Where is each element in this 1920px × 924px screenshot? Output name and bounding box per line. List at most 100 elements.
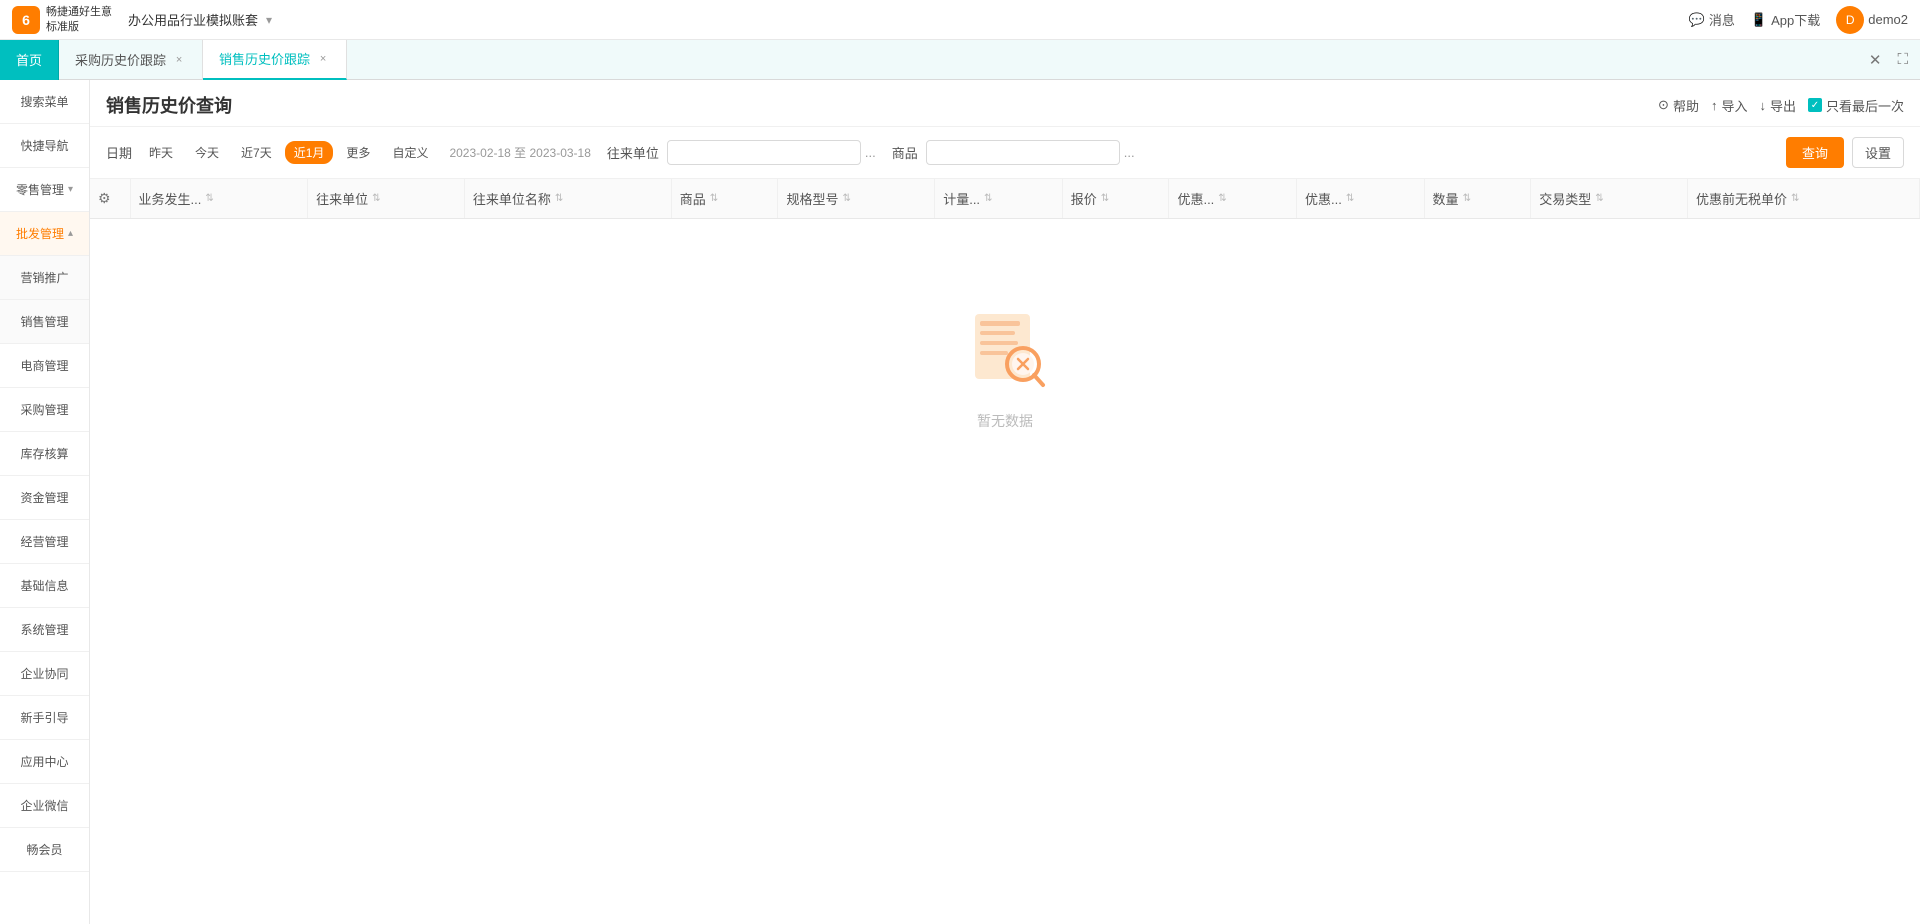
table-col-goods[interactable]: 商品 ⇅ (671, 179, 778, 219)
goods-input[interactable] (926, 140, 1120, 165)
sidebar-item-retail[interactable]: 零售管理 ▾ (0, 168, 89, 212)
sort-icon-quote: ⇅ (1101, 193, 1109, 204)
avatar: D (1836, 6, 1864, 34)
date-yesterday-btn[interactable]: 昨天 (140, 141, 182, 164)
sidebar-item-quick-nav[interactable]: 快捷导航 (0, 124, 89, 168)
table-header: ⚙ 业务发生... ⇅ 往来单位 (90, 179, 1920, 219)
goods-input-group: ... (926, 140, 1135, 165)
message-icon: 💬 (1689, 12, 1705, 28)
main-layout: 搜索菜单 快捷导航 零售管理 ▾ 批发管理 ▴ 营销推广 销售管理 电商管理 采… (0, 80, 1920, 924)
filter-right-actions: 查询 设置 (1786, 137, 1904, 168)
sort-icon-goods: ⇅ (710, 193, 718, 204)
tab-sales-history[interactable]: 销售历史价跟踪 × (203, 40, 347, 80)
goods-dots[interactable]: ... (1124, 145, 1135, 160)
phone-icon: 📱 (1751, 12, 1767, 28)
settings-button[interactable]: 设置 (1852, 137, 1904, 168)
table-col-pretax-price[interactable]: 优惠前无税单价 ⇅ (1688, 179, 1920, 219)
counterparty-dots[interactable]: ... (865, 145, 876, 160)
sidebar-item-inventory[interactable]: 库存核算 (0, 432, 89, 476)
table-col-quote[interactable]: 报价 ⇅ (1062, 179, 1169, 219)
table-col-spec[interactable]: 规格型号 ⇅ (778, 179, 935, 219)
logo-icon: 6 (12, 6, 40, 34)
topbar-title: 办公用品行业模拟账套 (128, 10, 258, 29)
app-download-button[interactable]: 📱 App下载 (1751, 10, 1820, 29)
date-custom-btn[interactable]: 自定义 (383, 141, 437, 164)
sort-icon-spec: ⇅ (842, 193, 850, 204)
user-button[interactable]: D demo2 (1836, 6, 1908, 34)
date-last7-btn[interactable]: 近7天 (232, 141, 281, 164)
empty-illustration (955, 299, 1055, 399)
topbar-dropdown-icon[interactable]: ▾ (266, 13, 272, 27)
sidebar-item-basic-info[interactable]: 基础信息 (0, 564, 89, 608)
export-button[interactable]: ↓ 导出 (1759, 96, 1796, 115)
sidebar-item-sales-mgmt[interactable]: 销售管理 (0, 300, 89, 344)
counterparty-filter-group: 往来单位 ... (607, 140, 876, 165)
wholesale-arrow-icon: ▴ (68, 228, 73, 239)
table-col-counterparty-name[interactable]: 往来单位名称 ⇅ (464, 179, 671, 219)
sidebar-item-enterprise[interactable]: 企业协同 (0, 652, 89, 696)
sidebar-item-members[interactable]: 畅会员 (0, 828, 89, 872)
sidebar-item-newbie[interactable]: 新手引导 (0, 696, 89, 740)
help-button[interactable]: ⊙ 帮助 (1658, 96, 1699, 115)
topbar-right: 💬 消息 📱 App下载 D demo2 (1689, 6, 1908, 34)
sidebar-item-system[interactable]: 系统管理 (0, 608, 89, 652)
table-col-trade-type[interactable]: 交易类型 ⇅ (1531, 179, 1688, 219)
message-button[interactable]: 💬 消息 (1689, 10, 1735, 29)
sidebar-item-operation[interactable]: 经营管理 (0, 520, 89, 564)
logo-area: 6 畅捷通好生意 标准版 (12, 5, 112, 34)
import-button[interactable]: ↑ 导入 (1711, 96, 1748, 115)
page-title: 销售历史价查询 (106, 92, 232, 118)
page-content: 销售历史价查询 ⊙ 帮助 ↑ 导入 ↓ 导出 ✓ (90, 80, 1920, 924)
tabbar-actions: ✕ ⛶ (1865, 49, 1920, 71)
sidebar-item-ecommerce[interactable]: 电商管理 (0, 344, 89, 388)
topbar-left: 6 畅捷通好生意 标准版 办公用品行业模拟账套 ▾ (12, 5, 272, 34)
table-col-biz-date[interactable]: 业务发生... ⇅ (130, 179, 308, 219)
table-col-discount1[interactable]: 优惠... ⇅ (1169, 179, 1297, 219)
table-header-row: ⚙ 业务发生... ⇅ 往来单位 (90, 179, 1920, 219)
data-table: ⚙ 业务发生... ⇅ 往来单位 (90, 179, 1920, 219)
sort-icon-qty: ⇅ (1463, 193, 1471, 204)
sidebar-item-marketing[interactable]: 营销推广 (0, 256, 89, 300)
close-all-tabs-button[interactable]: ✕ (1865, 49, 1886, 71)
last-only-checkbox-label[interactable]: ✓ 只看最后一次 (1808, 96, 1904, 115)
last-only-checkbox[interactable]: ✓ (1808, 98, 1822, 112)
import-icon: ↑ (1711, 98, 1718, 113)
empty-state: 暂无数据 (90, 219, 1920, 511)
sidebar-item-app-center[interactable]: 应用中心 (0, 740, 89, 784)
tab-purchase-history-close[interactable]: × (172, 53, 186, 67)
table-col-unit[interactable]: 计量... ⇅ (935, 179, 1063, 219)
sidebar-item-search-menu[interactable]: 搜索菜单 (0, 80, 89, 124)
sort-icon-counterparty-code: ⇅ (372, 193, 380, 204)
no-data-svg (955, 299, 1055, 399)
table-col-qty[interactable]: 数量 ⇅ (1424, 179, 1531, 219)
table-col-counterparty-code[interactable]: 往来单位 ⇅ (308, 179, 465, 219)
date-filter-label: 日期 (106, 143, 132, 162)
export-icon: ↓ (1759, 98, 1766, 113)
tab-purchase-history[interactable]: 采购历史价跟踪 × (59, 40, 203, 80)
query-button[interactable]: 查询 (1786, 137, 1844, 168)
sidebar: 搜索菜单 快捷导航 零售管理 ▾ 批发管理 ▴ 营销推广 销售管理 电商管理 采… (0, 80, 90, 924)
tab-sales-history-close[interactable]: × (316, 52, 330, 66)
date-last1m-btn[interactable]: 近1月 (285, 141, 334, 164)
sidebar-item-purchase[interactable]: 采购管理 (0, 388, 89, 432)
content-area: 销售历史价查询 ⊙ 帮助 ↑ 导入 ↓ 导出 ✓ (90, 80, 1920, 924)
goods-filter-group: 商品 ... (892, 140, 1135, 165)
sidebar-item-wechat[interactable]: 企业微信 (0, 784, 89, 828)
sort-icon-discount2: ⇅ (1346, 193, 1354, 204)
sidebar-item-capital[interactable]: 资金管理 (0, 476, 89, 520)
table-col-discount2[interactable]: 优惠... ⇅ (1297, 179, 1425, 219)
counterparty-input[interactable] (667, 140, 861, 165)
date-more-btn[interactable]: 更多 (337, 141, 379, 164)
sidebar-item-wholesale[interactable]: 批发管理 ▴ (0, 212, 89, 256)
date-filter-group: 日期 昨天 今天 近7天 近1月 更多 自定义 2023-02-18 至 202… (106, 141, 591, 164)
sort-icon-discount1: ⇅ (1218, 193, 1226, 204)
topbar: 6 畅捷通好生意 标准版 办公用品行业模拟账套 ▾ 💬 消息 📱 App下载 D… (0, 0, 1920, 40)
column-settings-icon[interactable]: ⚙ (98, 190, 111, 206)
table-col-settings[interactable]: ⚙ (90, 179, 130, 219)
logo-text: 畅捷通好生意 标准版 (46, 5, 112, 34)
fullscreen-button[interactable]: ⛶ (1893, 49, 1912, 70)
tab-home[interactable]: 首页 (0, 40, 59, 80)
page-header-actions: ⊙ 帮助 ↑ 导入 ↓ 导出 ✓ 只看最后一次 (1658, 96, 1904, 115)
table-container: ⚙ 业务发生... ⇅ 往来单位 (90, 179, 1920, 511)
date-today-btn[interactable]: 今天 (186, 141, 228, 164)
